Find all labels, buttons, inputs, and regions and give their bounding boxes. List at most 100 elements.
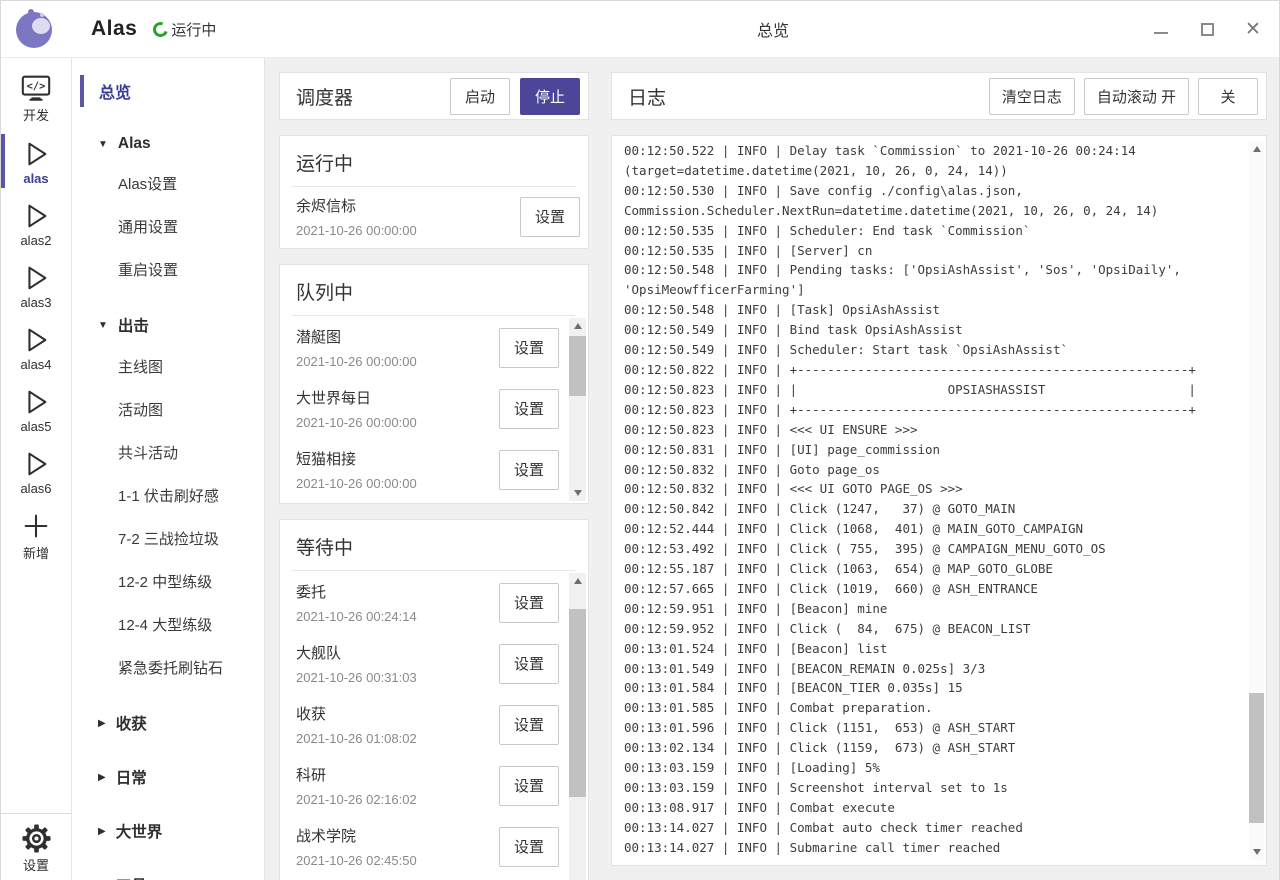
main-area: </> 开发 alas alas2 alas3 alas4 alas5 alas… — [1, 58, 1279, 880]
log-title: 日志 — [628, 83, 989, 110]
scroll-up-icon[interactable] — [1249, 141, 1264, 157]
start-button[interactable]: 启动 — [450, 78, 510, 115]
menu-item[interactable]: 12-4 大型练级 — [72, 603, 264, 646]
task-settings-button[interactable]: 设置 — [499, 705, 559, 745]
scrollbar-thumb[interactable] — [1249, 693, 1264, 824]
menu-item[interactable]: 12-2 中型练级 — [72, 560, 264, 603]
menu-item[interactable]: Alas设置 — [72, 162, 264, 205]
rail-item-label: alas4 — [20, 357, 51, 372]
menu-item[interactable]: 活动图 — [72, 388, 264, 431]
rail-item-alas3[interactable]: alas3 — [1, 254, 71, 316]
task-info: 科研2021-10-26 02:16:02 — [296, 764, 499, 807]
log-line: 00:13:14.027 | INFO | Submarine call tim… — [624, 838, 1247, 858]
code-icon: </> — [20, 72, 52, 104]
menu-item[interactable]: 通用设置 — [72, 205, 264, 248]
scrollbar-thumb[interactable] — [569, 609, 586, 797]
scrollbar-thumb[interactable] — [569, 336, 586, 396]
menu-group-label: 收获 — [116, 712, 147, 734]
menu-group-label: 工具 — [116, 874, 147, 880]
scheduler-dashboard: 调度器 启动 停止 运行中 余烬信标2021-10-26 00:00:00设置 … — [265, 58, 599, 880]
task-name: 大世界每日 — [296, 387, 499, 408]
rail-item-settings[interactable]: 设置 — [1, 814, 71, 880]
log-line: 00:12:59.952 | INFO | Click ( 84, 675) @… — [624, 619, 1247, 639]
task-settings-button[interactable]: 设置 — [499, 827, 559, 867]
task-settings-button[interactable]: 设置 — [499, 328, 559, 368]
pending-scrollbar[interactable] — [569, 318, 586, 501]
instance-rail: </> 开发 alas alas2 alas3 alas4 alas5 alas… — [1, 58, 72, 880]
log-line: Commission.Scheduler.NextRun=datetime.da… — [624, 201, 1247, 221]
task-name: 收获 — [296, 703, 499, 724]
stop-button[interactable]: 停止 — [520, 78, 580, 115]
menu-item[interactable]: 紧急委托刷钻石 — [72, 646, 264, 689]
waiting-card: 等待中 委托2021-10-26 00:24:14设置大舰队2021-10-26… — [279, 519, 589, 880]
task-name: 潜艇图 — [296, 326, 499, 347]
menu-item[interactable]: 1-1 伏击刷好感 — [72, 474, 264, 517]
task-info: 委托2021-10-26 00:24:14 — [296, 581, 499, 624]
menu-item-overview[interactable]: 总览 — [72, 70, 264, 112]
menu-group: ▶大世界 — [72, 811, 264, 851]
autoscroll-toggle-button[interactable]: 自动滚动 开 — [1084, 78, 1189, 115]
menu-group: ▼出击主线图活动图共斗活动1-1 伏击刷好感7-2 三战捡垃圾12-2 中型练级… — [72, 305, 264, 689]
scroll-up-icon[interactable] — [569, 573, 586, 589]
menu-group-header[interactable]: ▶日常 — [72, 757, 264, 797]
log-line: 00:12:50.832 | INFO | <<< UI GOTO PAGE_O… — [624, 479, 1247, 499]
log-line: 00:12:50.549 | INFO | Scheduler: Start t… — [624, 340, 1247, 360]
log-off-button[interactable]: 关 — [1198, 78, 1258, 115]
task-info: 收获2021-10-26 01:08:02 — [296, 703, 499, 746]
close-button[interactable]: ✕ — [1245, 21, 1261, 37]
menu-group-header[interactable]: ▶工具 — [72, 865, 264, 880]
log-line: 00:12:50.831 | INFO | [UI] page_commissi… — [624, 440, 1247, 460]
menu-group-header[interactable]: ▼出击 — [72, 305, 264, 345]
log-line: 'OpsiMeowfficerFarming'] — [624, 280, 1247, 300]
rail-item-alas4[interactable]: alas4 — [1, 316, 71, 378]
rail-item-alas[interactable]: alas — [1, 130, 71, 192]
task-row: 潜艇图2021-10-26 00:00:00设置 — [280, 318, 567, 379]
task-next-run-time: 2021-10-26 00:31:03 — [296, 670, 499, 685]
task-next-run-time: 2021-10-26 00:00:00 — [296, 223, 520, 238]
task-next-run-time: 2021-10-26 00:00:00 — [296, 415, 499, 430]
menu-item[interactable]: 共斗活动 — [72, 431, 264, 474]
window-controls: ✕ — [1153, 21, 1261, 37]
menu-item[interactable]: 7-2 三战捡垃圾 — [72, 517, 264, 560]
menu-item[interactable]: 主线图 — [72, 345, 264, 388]
scheduler-title: 调度器 — [296, 83, 450, 110]
menu-group-header[interactable]: ▼Alas — [72, 126, 264, 162]
rail-item-alas2[interactable]: alas2 — [1, 192, 71, 254]
task-row: 余烬信标2021-10-26 00:00:00设置 — [280, 187, 588, 248]
menu-group-header[interactable]: ▶大世界 — [72, 811, 264, 851]
log-scrollbar[interactable] — [1249, 141, 1264, 860]
rail-item-label: alas — [23, 171, 48, 186]
rail-item-dev[interactable]: </> 开发 — [1, 64, 71, 130]
log-line: 00:13:01.584 | INFO | [BEACON_TIER 0.035… — [624, 678, 1247, 698]
log-card: 00:12:50.522 | INFO | Delay task `Commis… — [611, 135, 1267, 866]
menu-item[interactable]: 重启设置 — [72, 248, 264, 291]
task-settings-button[interactable]: 设置 — [520, 197, 580, 237]
scroll-down-icon[interactable] — [569, 485, 586, 501]
task-settings-button[interactable]: 设置 — [499, 450, 559, 490]
scroll-down-icon[interactable] — [1249, 844, 1264, 860]
scroll-up-icon[interactable] — [569, 318, 586, 334]
minimize-button[interactable] — [1153, 21, 1169, 37]
rail-item-alas6[interactable]: alas6 — [1, 440, 71, 502]
task-name: 短猫相接 — [296, 448, 499, 469]
task-row: 委托2021-10-26 00:24:14设置 — [280, 573, 567, 634]
task-settings-button[interactable]: 设置 — [499, 766, 559, 806]
log-content: 00:12:50.522 | INFO | Delay task `Commis… — [624, 141, 1247, 860]
page-title: 总览 — [757, 17, 789, 41]
waiting-scrollbar[interactable] — [569, 573, 586, 880]
task-settings-button[interactable]: 设置 — [499, 389, 559, 429]
task-settings-button[interactable]: 设置 — [499, 644, 559, 684]
log-line: 00:12:50.535 | INFO | [Server] cn — [624, 241, 1247, 261]
task-info: 潜艇图2021-10-26 00:00:00 — [296, 326, 499, 369]
menu-group-header[interactable]: ▶收获 — [72, 703, 264, 743]
task-settings-button[interactable]: 设置 — [499, 583, 559, 623]
log-line: 00:13:01.596 | INFO | Click (1151, 653) … — [624, 718, 1247, 738]
log-line: 00:13:14.027 | INFO | Combat auto check … — [624, 818, 1247, 838]
rail-item-alas5[interactable]: alas5 — [1, 378, 71, 440]
task-next-run-time: 2021-10-26 02:16:02 — [296, 792, 499, 807]
rail-item-add[interactable]: 新增 — [1, 502, 71, 568]
menu-group-label: 日常 — [116, 766, 147, 788]
log-line: 00:12:50.522 | INFO | Delay task `Commis… — [624, 141, 1247, 161]
maximize-button[interactable] — [1199, 21, 1215, 37]
clear-log-button[interactable]: 清空日志 — [989, 78, 1075, 115]
